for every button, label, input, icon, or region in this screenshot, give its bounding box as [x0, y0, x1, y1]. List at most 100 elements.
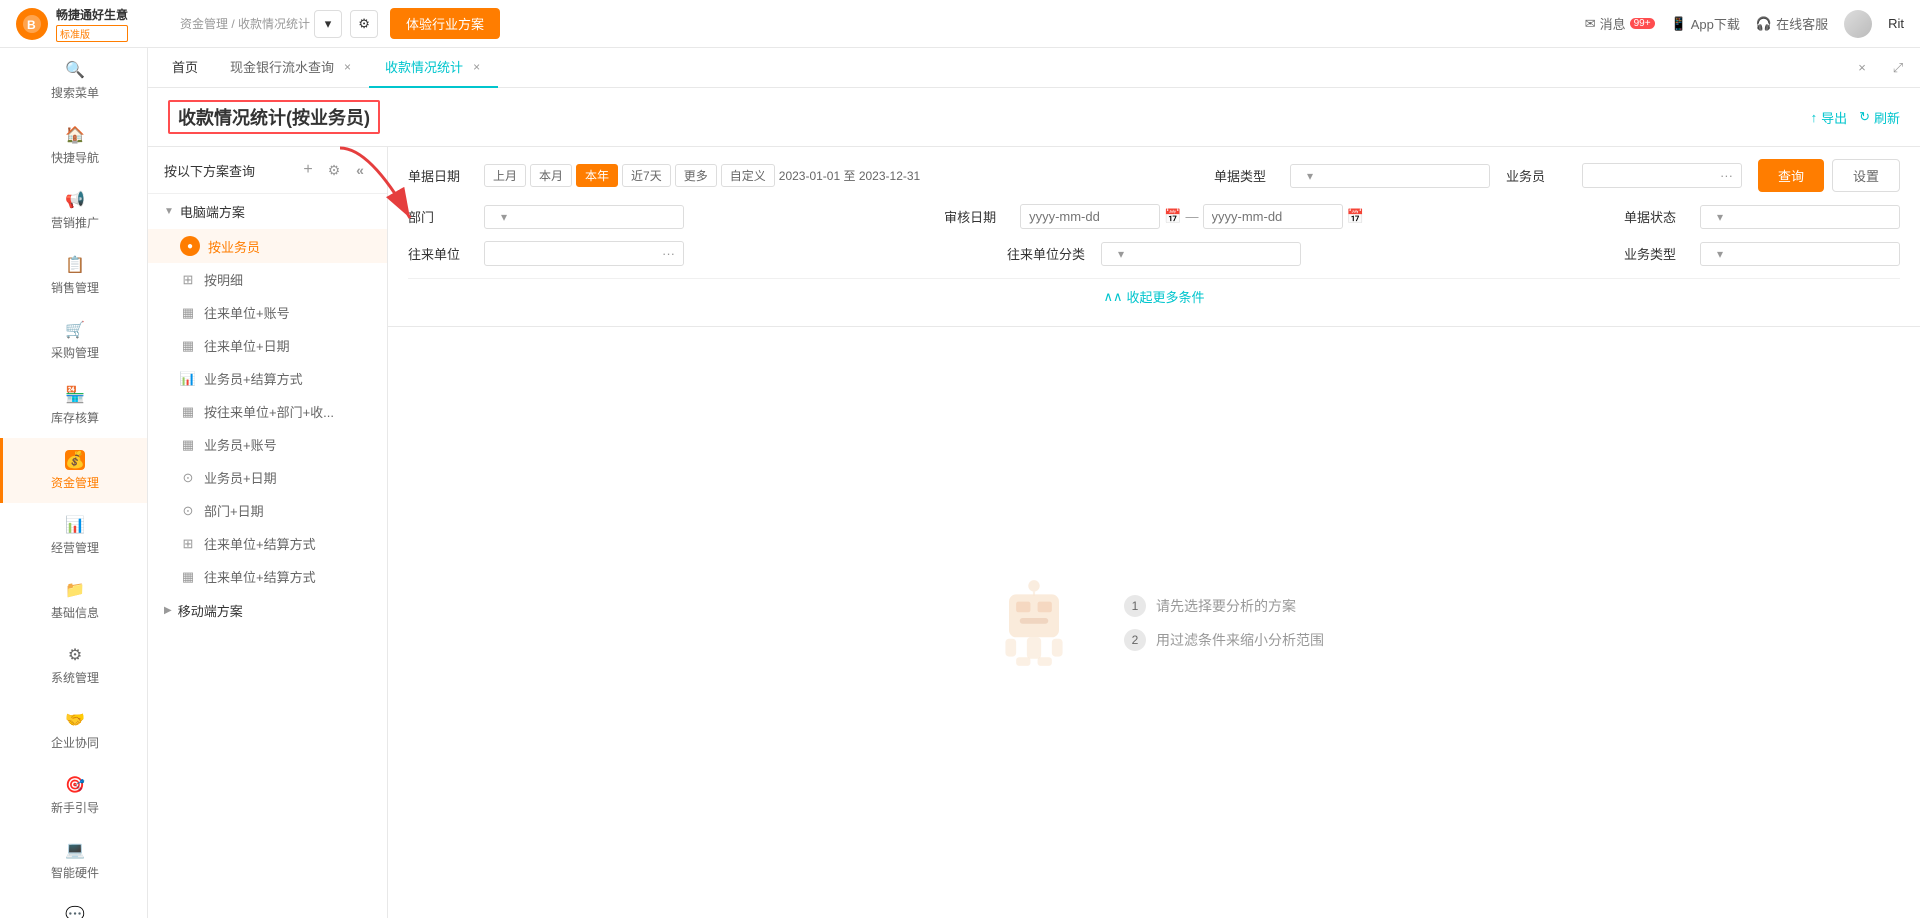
tip-number-2: 2 — [1124, 629, 1146, 651]
sidebar-item-purchase[interactable]: 🛒 采购管理 — [0, 308, 147, 373]
date-btn-custom[interactable]: 自定义 — [721, 164, 775, 187]
sidebar-label-purchase: 采购管理 — [51, 344, 99, 361]
plan-item-salesman-account[interactable]: ▦ 业务员+账号 — [148, 428, 387, 461]
plan-item-partner-settle2[interactable]: ▦ 往来单位+结算方式 — [148, 560, 387, 593]
biz-type-label: 业务类型 — [1624, 244, 1684, 263]
plan-icon-partner-dept: ▦ — [180, 404, 196, 420]
salesman-select[interactable]: ··· — [1582, 163, 1742, 188]
desktop-group-header[interactable]: ▼ 电脑端方案 — [148, 194, 387, 229]
sidebar-item-guide[interactable]: 🎯 新手引导 — [0, 763, 147, 828]
partner-category-select[interactable] — [1101, 242, 1301, 266]
tab-maximize[interactable]: ⤢ — [1884, 54, 1912, 82]
plan-label-salesman-account: 业务员+账号 — [204, 435, 277, 454]
date-btn-more[interactable]: 更多 — [675, 164, 717, 187]
mobile-group-triangle-icon: ▶ — [164, 605, 172, 616]
plan-label-by-salesman: 按业务员 — [208, 237, 260, 256]
partner-select[interactable]: ··· — [484, 241, 684, 266]
sidebar-item-finance[interactable]: 💰 资金管理 — [0, 438, 147, 503]
export-label: 导出 — [1821, 108, 1847, 127]
panel-collapse-btn[interactable]: « — [349, 159, 371, 181]
doc-status-select[interactable] — [1700, 205, 1900, 229]
doc-type-select[interactable] — [1290, 164, 1490, 188]
sidebar-label-system: 系统管理 — [51, 669, 99, 686]
empty-state: 1 请先选择要分析的方案 2 用过滤条件来缩小分析范围 — [388, 327, 1920, 918]
sidebar-item-quick-nav[interactable]: 🏠 快捷导航 — [0, 113, 147, 178]
add-plan-btn[interactable]: + — [297, 159, 319, 181]
desktop-plan-group: ▼ 电脑端方案 ● 按业务员 ⊞ 按明细 ▦ — [148, 194, 387, 593]
plan-item-partner-account[interactable]: ▦ 往来单位+账号 — [148, 296, 387, 329]
plan-item-partner-dept[interactable]: ▦ 按往来单位+部门+收... — [148, 395, 387, 428]
settings-gear[interactable]: ⚙ — [350, 10, 378, 38]
plan-label-dept-date: 部门+日期 — [204, 501, 264, 520]
filter-row-3: 往来单位 ··· 往来单位分类 业务类型 — [408, 241, 1900, 266]
tab-bank[interactable]: 现金银行流水查询 × — [214, 48, 369, 88]
review-date-to[interactable] — [1203, 204, 1343, 229]
plan-item-by-detail[interactable]: ⊞ 按明细 — [148, 263, 387, 296]
tab-collection[interactable]: 收款情况统计 × — [369, 48, 498, 88]
plan-item-by-salesman[interactable]: ● 按业务员 — [148, 229, 387, 263]
plan-item-partner-settle1[interactable]: ⊞ 往来单位+结算方式 — [148, 527, 387, 560]
sidebar-item-inventory[interactable]: 🏪 库存核算 — [0, 373, 147, 438]
partner-category-label: 往来单位分类 — [1007, 244, 1085, 263]
doc-status-label: 单据状态 — [1624, 207, 1684, 226]
refresh-button[interactable]: ↻ 刷新 — [1859, 108, 1900, 127]
top-header: B 畅捷通好生意 标准版 资金管理 / 收款情况统计 ▾ ⚙ 体验行业方案 ✉ … — [0, 0, 1920, 48]
sidebar-item-system[interactable]: ⚙ 系统管理 — [0, 633, 147, 698]
sidebar-label-inventory: 库存核算 — [51, 409, 99, 426]
settings-button[interactable]: 设置 — [1832, 159, 1900, 192]
header-nav: 资金管理 / 收款情况统计 ▾ ⚙ 体验行业方案 — [164, 8, 1585, 39]
user-avatar[interactable] — [1844, 10, 1872, 38]
sidebar-item-marketing[interactable]: 📢 营销推广 — [0, 178, 147, 243]
sidebar-label-quick-nav: 快捷导航 — [51, 149, 99, 166]
plan-item-dept-date[interactable]: ⊙ 部门+日期 — [148, 494, 387, 527]
tab-close-all[interactable]: × — [1848, 54, 1876, 82]
export-button[interactable]: ↑ 导出 — [1811, 108, 1848, 127]
guide-icon: 🎯 — [65, 775, 85, 795]
plan-label-partner-date: 往来单位+日期 — [204, 336, 290, 355]
date-btn-this-year[interactable]: 本年 — [576, 164, 618, 187]
salesman-label: 业务员 — [1506, 166, 1566, 185]
empty-tip-2: 2 用过滤条件来缩小分析范围 — [1124, 629, 1324, 651]
left-panel: 按以下方案查询 + ⚙ « ▼ 电脑端方案 — [148, 147, 388, 918]
search-icon: 🔍 — [65, 60, 85, 80]
calendar-to-icon[interactable]: 📅 — [1347, 208, 1364, 225]
mobile-group-header[interactable]: ▶ 移动端方案 — [148, 593, 387, 628]
plan-item-salesman-date[interactable]: ⊙ 业务员+日期 — [148, 461, 387, 494]
sidebar-item-wechat[interactable]: 💬 企业微信 — [0, 893, 147, 918]
sidebar-item-sales[interactable]: 📋 销售管理 — [0, 243, 147, 308]
review-date-from[interactable] — [1020, 204, 1160, 229]
plan-label-partner-account: 往来单位+账号 — [204, 303, 290, 322]
date-btn-7days[interactable]: 近7天 — [622, 164, 671, 187]
trial-button[interactable]: 体验行业方案 — [390, 8, 500, 39]
online-service-btn[interactable]: 🎧 在线客服 — [1756, 14, 1828, 33]
logo-text: 畅捷通好生意 — [56, 6, 128, 23]
calendar-from-icon[interactable]: 📅 — [1164, 208, 1181, 225]
sidebar-item-operation[interactable]: 📊 经营管理 — [0, 503, 147, 568]
sidebar-item-smart[interactable]: 💻 智能硬件 — [0, 828, 147, 893]
dept-select[interactable] — [484, 205, 684, 229]
plan-item-partner-date[interactable]: ▦ 往来单位+日期 — [148, 329, 387, 362]
tab-collection-close[interactable]: × — [471, 58, 482, 76]
smart-icon: 💻 — [65, 840, 85, 860]
query-button[interactable]: 查询 — [1758, 159, 1824, 192]
tab-collection-label: 收款情况统计 — [385, 57, 463, 76]
header-right: ✉ 消息 99+ 📱 App下载 🎧 在线客服 Rit — [1585, 10, 1904, 38]
tab-home[interactable]: 首页 — [156, 48, 214, 88]
sidebar-item-basic[interactable]: 📁 基础信息 — [0, 568, 147, 633]
message-btn[interactable]: ✉ 消息 99+ — [1585, 14, 1655, 33]
collapse-more-btn[interactable]: ∧∧ 收起更多条件 — [408, 278, 1900, 314]
date-btn-this-month[interactable]: 本月 — [530, 164, 572, 187]
plan-item-salesman-settle[interactable]: 📊 业务员+结算方式 — [148, 362, 387, 395]
app-download-btn[interactable]: 📱 App下载 — [1671, 14, 1740, 33]
layout: 🔍 搜索菜单 🏠 快捷导航 📢 营销推广 📋 销售管理 🛒 采购管理 🏪 库存核… — [0, 0, 1920, 918]
empty-tip-1: 1 请先选择要分析的方案 — [1124, 595, 1324, 617]
sidebar-label-finance: 资金管理 — [51, 474, 99, 491]
sidebar-item-search[interactable]: 🔍 搜索菜单 — [0, 48, 147, 113]
date-btn-last-month[interactable]: 上月 — [484, 164, 526, 187]
sidebar-item-enterprise[interactable]: 🤝 企业协同 — [0, 698, 147, 763]
plan-settings-btn[interactable]: ⚙ — [323, 159, 345, 181]
nav-dropdown[interactable]: ▾ — [314, 10, 342, 38]
active-plan-dot: ● — [180, 236, 200, 256]
biz-type-select[interactable] — [1700, 242, 1900, 266]
tab-bank-close[interactable]: × — [342, 58, 353, 76]
